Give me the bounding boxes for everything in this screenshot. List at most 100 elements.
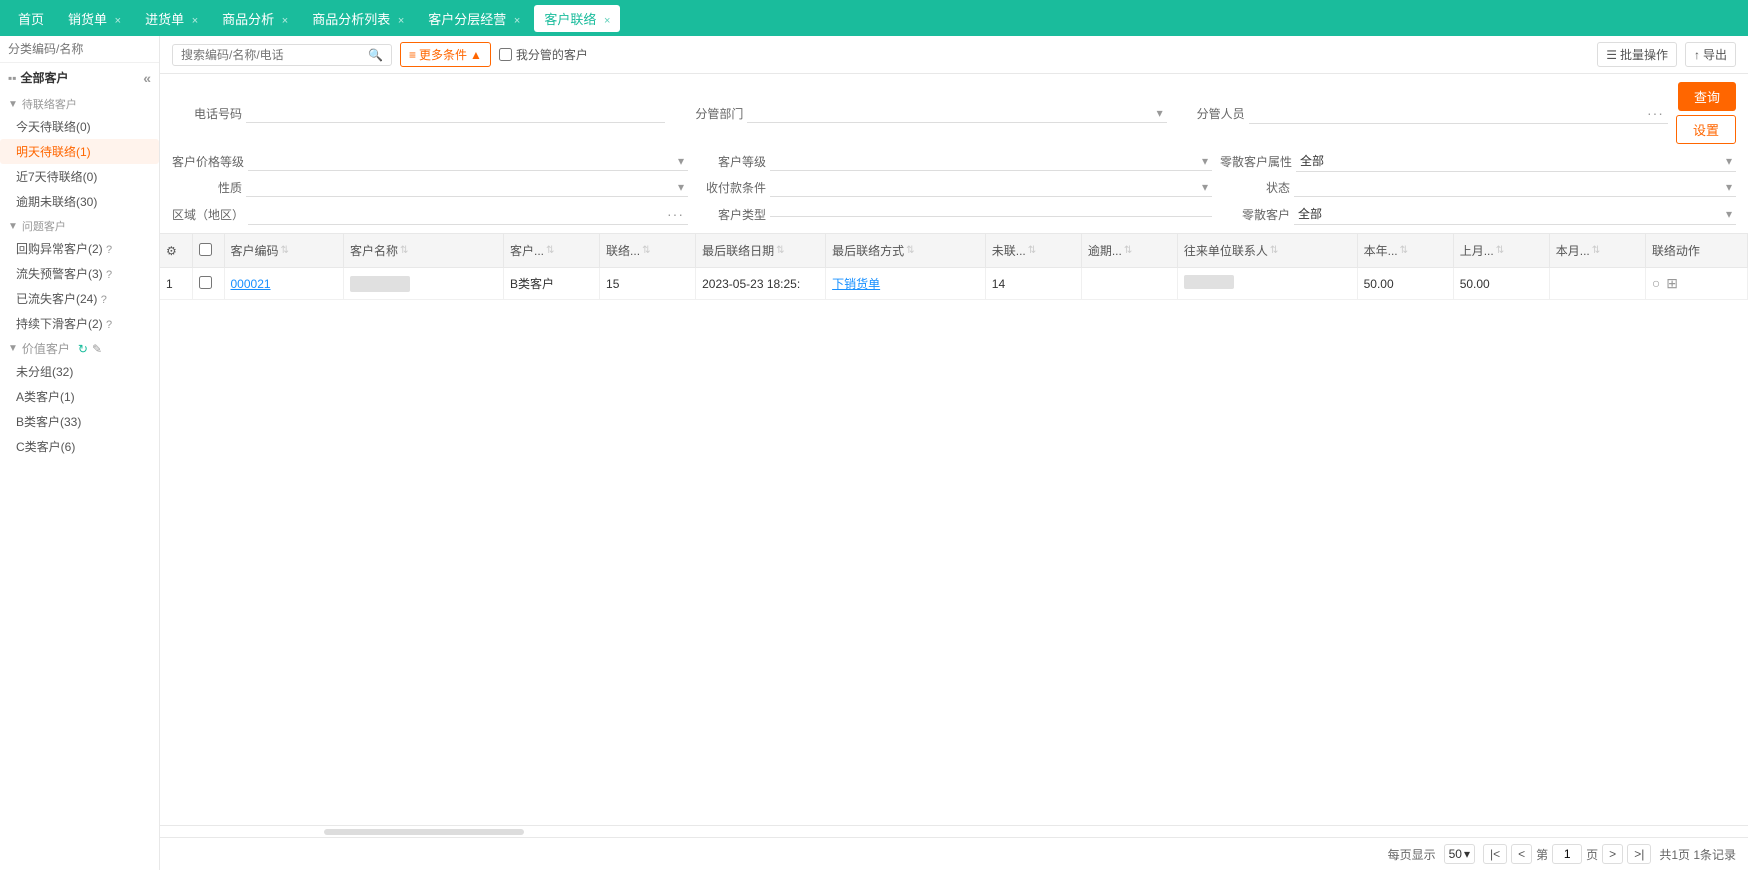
col-name: 客户名称 ⇅ <box>343 234 503 268</box>
sidebar-value-group[interactable]: 价值客户 ↻ ✎ <box>0 336 159 359</box>
search-icon[interactable]: 🔍 <box>368 48 383 62</box>
last-page-btn[interactable]: >| <box>1627 844 1651 864</box>
next-page-btn[interactable]: > <box>1602 844 1623 864</box>
nav-customer-layer[interactable]: 客户分层经营 × <box>418 5 530 32</box>
sidebar-item-c-class[interactable]: C类客户(6) <box>0 434 159 459</box>
nav-product-analysis[interactable]: 商品分析 × <box>212 5 298 32</box>
sidebar-all-customers[interactable]: ▪▪全部客户 « <box>0 63 159 92</box>
nav-customer-contact[interactable]: 客户联络 × <box>534 5 620 32</box>
sidebar-item-ungrouped[interactable]: 未分组(32) <box>0 359 159 384</box>
main-layout: 🔍 ▪▪全部客户 « 待联络客户 今天待联络(0) 明天待联络(1) 近7天待联… <box>0 36 1748 870</box>
scroll-thumb[interactable] <box>324 829 524 835</box>
manager-dots-icon: ··· <box>1647 105 1664 121</box>
page-size-arrow-icon: ▾ <box>1464 847 1470 861</box>
sidebar: 🔍 ▪▪全部客户 « 待联络客户 今天待联络(0) 明天待联络(1) 近7天待联… <box>0 36 160 870</box>
sidebar-search-input[interactable] <box>8 42 160 56</box>
sort-icon-last-month: ⇅ <box>1496 245 1504 256</box>
gender-select[interactable]: ▾ <box>246 178 688 197</box>
payment-arrow-icon: ▾ <box>1202 180 1208 194</box>
col-this-year: 本年... ⇅ <box>1357 234 1453 268</box>
payment-select[interactable]: ▾ <box>770 178 1212 197</box>
sort-icon-date: ⇅ <box>776 245 784 256</box>
more-conditions-btn[interactable]: ≡ 更多条件 ▲ <box>400 42 491 67</box>
sidebar-item-overdue-contact[interactable]: 逾期未联络(30) <box>0 189 159 214</box>
filter-icon: ≡ <box>409 48 416 62</box>
search-box: 🔍 <box>172 44 392 66</box>
total-info: 共1页 1条记录 <box>1659 846 1736 863</box>
action-grid-icon[interactable]: ⊞ <box>1666 275 1678 292</box>
sort-icon-unit: ⇅ <box>1270 245 1278 256</box>
customer-type-select[interactable] <box>770 212 1212 217</box>
sidebar-item-churned[interactable]: 已流失客户(24) ? <box>0 286 159 311</box>
sidebar-pending-group[interactable]: 待联络客户 <box>0 92 159 114</box>
col-actions: 联络动作 <box>1645 234 1747 268</box>
sidebar-item-declining[interactable]: 持续下滑客户(2) ? <box>0 311 159 336</box>
settings-icon[interactable]: ⚙ <box>166 244 177 258</box>
filter-status: 状态 ▾ <box>1220 178 1736 197</box>
nav-purchase[interactable]: 进货单 × <box>135 5 208 32</box>
sidebar-item-repurchase-abnormal[interactable]: 回购异常客户(2) ? <box>0 236 159 261</box>
sidebar-item-tomorrow-contact[interactable]: 明天待联络(1) <box>0 139 159 164</box>
prev-page-btn[interactable]: < <box>1511 844 1532 864</box>
action-circle-icon[interactable]: ○ <box>1652 275 1660 292</box>
area-select[interactable]: ··· <box>248 204 688 225</box>
filter-panel: 电话号码 分管部门 ▾ 分管人员 ··· 查询 设置 <box>160 74 1748 234</box>
nav-home[interactable]: 首页 <box>8 5 54 32</box>
phone-label: 电话号码 <box>172 105 242 122</box>
col-last-month: 上月... ⇅ <box>1453 234 1549 268</box>
status-label: 状态 <box>1220 179 1290 196</box>
query-btn[interactable]: 查询 <box>1678 82 1736 111</box>
row-customer-type: B类客户 <box>503 268 599 300</box>
row-select-checkbox[interactable] <box>199 276 212 289</box>
dept-select[interactable]: ▾ <box>747 104 1166 123</box>
my-customers-checkbox-label[interactable]: 我分管的客户 <box>499 46 588 63</box>
sidebar-item-week-contact[interactable]: 近7天待联络(0) <box>0 164 159 189</box>
sidebar-collapse-icon[interactable]: « <box>143 70 151 86</box>
sidebar-item-churn-warning[interactable]: 流失预警客户(3) ? <box>0 261 159 286</box>
area-dots-icon: ··· <box>667 206 684 222</box>
payment-label: 收付款条件 <box>696 179 766 196</box>
price-level-select[interactable]: ▾ <box>248 152 688 171</box>
nav-sales[interactable]: 销货单 × <box>58 5 131 32</box>
row-last-contact-method[interactable]: 下销货单 <box>826 268 986 300</box>
settings-btn[interactable]: 设置 <box>1676 115 1736 144</box>
sidebar-item-b-class[interactable]: B类客户(33) <box>0 409 159 434</box>
retail-customer-arrow-icon: ▾ <box>1726 207 1732 221</box>
sort-icon-method: ⇅ <box>906 245 914 256</box>
dept-arrow-icon: ▾ <box>1157 106 1163 120</box>
chevron-up-icon: ▲ <box>470 48 482 62</box>
phone-input[interactable] <box>246 104 665 123</box>
sort-icon-count: ⇅ <box>642 245 650 256</box>
filter-customer-type: 客户类型 <box>696 206 1212 223</box>
row-last-contact-date: 2023-05-23 18:25: <box>696 268 826 300</box>
row-code[interactable]: 000021 <box>224 268 343 300</box>
col-settings: ⚙ <box>160 234 192 268</box>
customer-table: ⚙ 客户编码 ⇅ 客户名称 <box>160 234 1748 300</box>
customer-level-select[interactable]: ▾ <box>770 152 1212 171</box>
row-name[interactable] <box>343 268 503 300</box>
batch-op-icon: ☰ <box>1606 48 1617 62</box>
filter-area: 区域（地区） ··· <box>172 204 688 225</box>
sidebar-problem-group[interactable]: 问题客户 <box>0 214 159 236</box>
retail-customer-label: 零散客户 <box>1220 206 1290 223</box>
sidebar-item-a-class[interactable]: A类客户(1) <box>0 384 159 409</box>
first-page-btn[interactable]: |< <box>1483 844 1507 864</box>
nav-product-list[interactable]: 商品分析列表 × <box>302 5 414 32</box>
my-customers-checkbox[interactable] <box>499 48 512 61</box>
retail-attr-select[interactable]: 全部 ▾ <box>1296 150 1736 172</box>
horizontal-scrollbar[interactable] <box>160 825 1748 837</box>
retail-customer-select[interactable]: 全部 ▾ <box>1294 203 1736 225</box>
status-select[interactable]: ▾ <box>1294 178 1736 197</box>
batch-op-btn[interactable]: ☰ 批量操作 <box>1597 42 1677 67</box>
export-btn[interactable]: ↑ 导出 <box>1685 42 1736 67</box>
search-input[interactable] <box>181 48 368 62</box>
row-this-year: 50.00 <box>1357 268 1453 300</box>
manager-label: 分管人员 <box>1175 105 1245 122</box>
sort-icon: ⇅ <box>281 245 289 256</box>
filter-row-4: 区域（地区） ··· 客户类型 零散客户 全部 ▾ <box>172 203 1736 225</box>
page-size-select[interactable]: 50 ▾ <box>1444 844 1475 864</box>
sidebar-item-today-contact[interactable]: 今天待联络(0) <box>0 114 159 139</box>
page-number-input[interactable] <box>1552 844 1582 864</box>
select-all-checkbox[interactable] <box>199 243 212 256</box>
manager-select[interactable]: ··· <box>1249 103 1668 124</box>
